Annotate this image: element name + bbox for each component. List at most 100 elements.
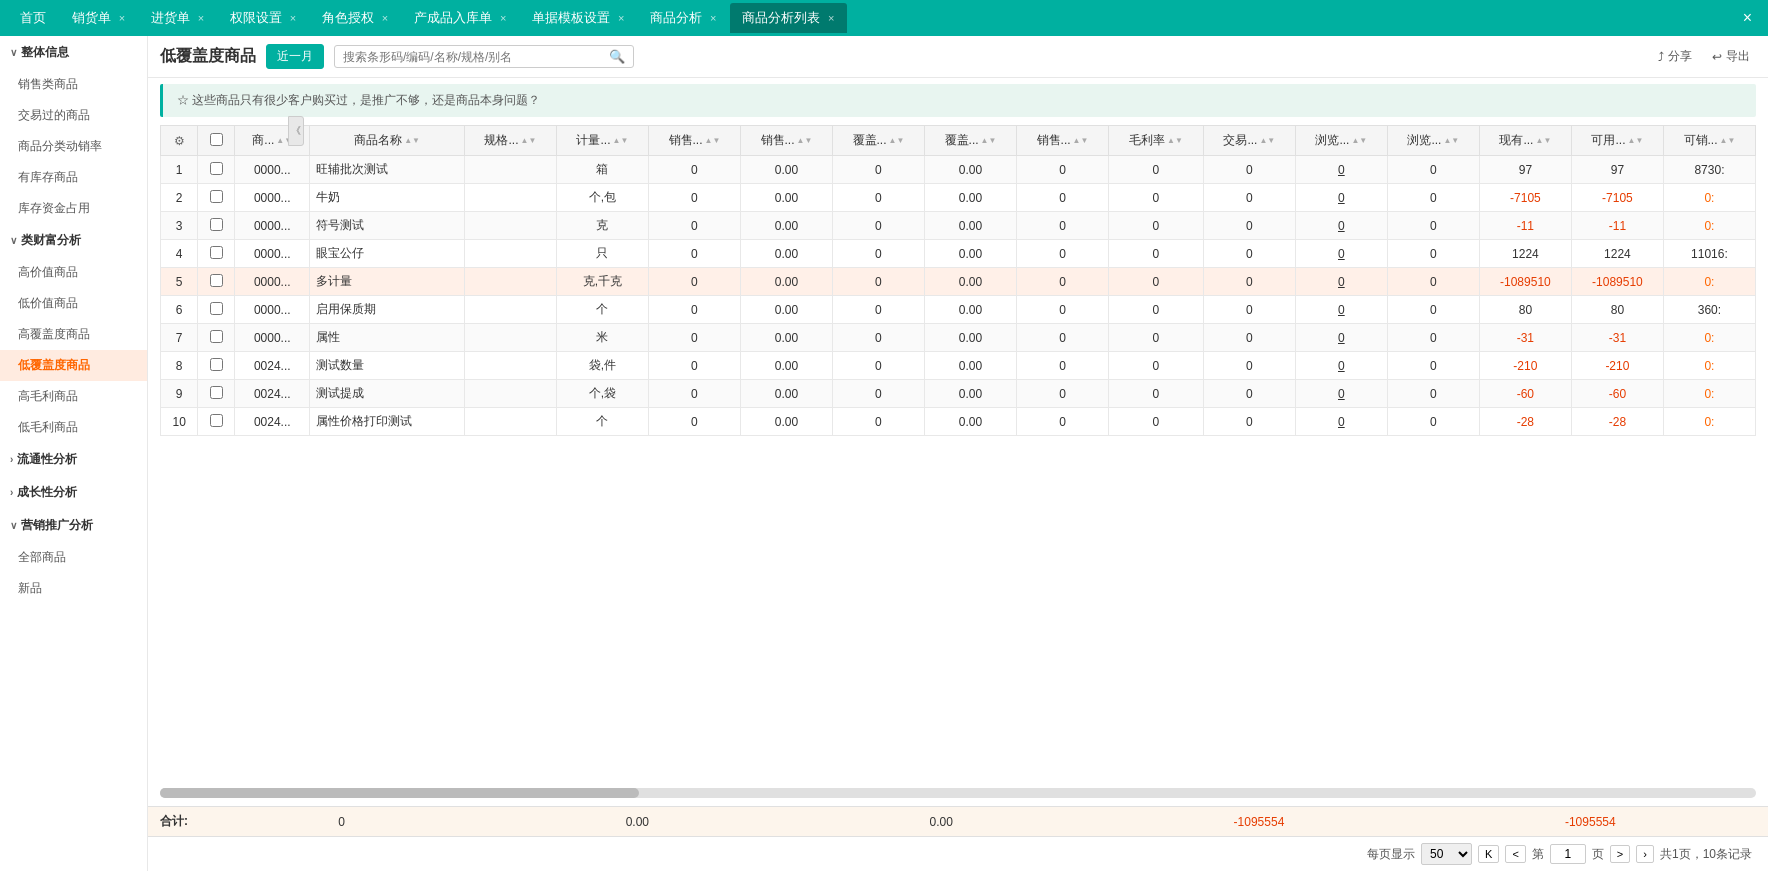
close-icon[interactable]: ×	[198, 12, 204, 24]
browse-link[interactable]: 0	[1338, 415, 1345, 429]
browse-link[interactable]: 0	[1338, 303, 1345, 317]
nav-tab-home[interactable]: 首页	[8, 3, 58, 33]
sidebar-item-high-gross[interactable]: 高毛利商品	[0, 381, 147, 412]
th-sellable[interactable]: 可销...▲▼	[1663, 126, 1755, 156]
th-name[interactable]: 商品名称▲▼	[310, 126, 465, 156]
sidebar-section-wealth[interactable]: ∨ 类财富分析	[0, 224, 147, 257]
row-checkbox[interactable]	[198, 184, 235, 212]
close-icon[interactable]: ×	[710, 12, 716, 24]
export-button[interactable]: ↩ 导出	[1706, 45, 1756, 68]
row-checkbox[interactable]	[198, 240, 235, 268]
th-cover1[interactable]: 覆盖...▲▼	[832, 126, 924, 156]
th-current[interactable]: 现有...▲▼	[1479, 126, 1571, 156]
th-gross[interactable]: 毛利率▲▼	[1109, 126, 1204, 156]
sidebar-item-stock-fund[interactable]: 库存资金占用	[0, 193, 147, 224]
browse-link[interactable]: 0	[1338, 387, 1345, 401]
prev-page-button[interactable]: <	[1505, 845, 1525, 863]
row-select-checkbox[interactable]	[210, 414, 223, 427]
nav-tab-analysis-list[interactable]: 商品分析列表 ×	[730, 3, 846, 33]
close-icon[interactable]: ×	[382, 12, 388, 24]
th-trade[interactable]: 交易...▲▼	[1203, 126, 1295, 156]
browse-link[interactable]: 0	[1338, 331, 1345, 345]
sidebar-item-low-gross[interactable]: 低毛利商品	[0, 412, 147, 443]
row-checkbox[interactable]	[198, 380, 235, 408]
close-icon[interactable]: ×	[618, 12, 624, 24]
nav-tab-template[interactable]: 单据模板设置 ×	[520, 3, 636, 33]
sidebar-section-marketing[interactable]: ∨ 营销推广分析	[0, 509, 147, 542]
next-page-button[interactable]: >	[1610, 845, 1630, 863]
row-browse1[interactable]: 0	[1295, 156, 1387, 184]
th-sales-amt[interactable]: 销售...▲▼	[740, 126, 832, 156]
row-checkbox[interactable]	[198, 352, 235, 380]
row-select-checkbox[interactable]	[210, 274, 223, 287]
th-available[interactable]: 可用...▲▼	[1571, 126, 1663, 156]
sidebar-section-growth[interactable]: › 成长性分析	[0, 476, 147, 509]
th-sales-qty[interactable]: 销售...▲▼	[648, 126, 740, 156]
sidebar-item-low-value[interactable]: 低价值商品	[0, 288, 147, 319]
close-icon[interactable]: ×	[500, 12, 506, 24]
row-select-checkbox[interactable]	[210, 330, 223, 343]
th-browse2[interactable]: 浏览...▲▼	[1387, 126, 1479, 156]
row-browse1[interactable]: 0	[1295, 240, 1387, 268]
first-page-button[interactable]: K	[1478, 845, 1499, 863]
sidebar-item-sales-goods[interactable]: 销售类商品	[0, 69, 147, 100]
browse-link[interactable]: 0	[1338, 191, 1345, 205]
sidebar-section-overall[interactable]: ∨ 整体信息	[0, 36, 147, 69]
nav-tab-purchase[interactable]: 进货单 ×	[139, 3, 216, 33]
row-checkbox[interactable]	[198, 156, 235, 184]
sidebar-item-traded-goods[interactable]: 交易过的商品	[0, 100, 147, 131]
row-browse1[interactable]: 0	[1295, 324, 1387, 352]
page-number-input[interactable]: 1	[1550, 844, 1586, 864]
per-page-select[interactable]: 50 20 100 200	[1421, 843, 1472, 865]
row-browse1[interactable]: 0	[1295, 184, 1387, 212]
th-sales2[interactable]: 销售...▲▼	[1016, 126, 1108, 156]
row-browse1[interactable]: 0	[1295, 268, 1387, 296]
browse-link[interactable]: 0	[1338, 219, 1345, 233]
sidebar-section-flow[interactable]: › 流通性分析	[0, 443, 147, 476]
horizontal-scrollbar[interactable]	[160, 788, 1756, 798]
row-select-checkbox[interactable]	[210, 302, 223, 315]
row-browse1[interactable]: 0	[1295, 352, 1387, 380]
nav-tab-analysis[interactable]: 商品分析 ×	[638, 3, 728, 33]
browse-link[interactable]: 0	[1338, 247, 1345, 261]
th-spec[interactable]: 规格...▲▼	[464, 126, 556, 156]
row-browse1[interactable]: 0	[1295, 296, 1387, 324]
th-cover2[interactable]: 覆盖...▲▼	[924, 126, 1016, 156]
settings-icon[interactable]: ⚙	[174, 134, 185, 148]
row-select-checkbox[interactable]	[210, 358, 223, 371]
nav-tab-sales[interactable]: 销货单 ×	[60, 3, 137, 33]
th-checkbox[interactable]	[198, 126, 235, 156]
sidebar-item-category-rate[interactable]: 商品分类动销率	[0, 131, 147, 162]
row-select-checkbox[interactable]	[210, 218, 223, 231]
row-select-checkbox[interactable]	[210, 162, 223, 175]
nav-tab-product-in[interactable]: 产成品入库单 ×	[402, 3, 518, 33]
row-browse1[interactable]: 0	[1295, 380, 1387, 408]
row-checkbox[interactable]	[198, 212, 235, 240]
row-checkbox[interactable]	[198, 324, 235, 352]
nav-tab-role[interactable]: 角色授权 ×	[310, 3, 400, 33]
row-browse1[interactable]: 0	[1295, 408, 1387, 436]
row-select-checkbox[interactable]	[210, 246, 223, 259]
sidebar-collapse-button[interactable]: 《	[288, 116, 304, 146]
th-browse1[interactable]: 浏览...▲▼	[1295, 126, 1387, 156]
th-gear[interactable]: ⚙	[161, 126, 198, 156]
browse-link[interactable]: 0	[1338, 359, 1345, 373]
sidebar-item-all-goods[interactable]: 全部商品	[0, 542, 147, 573]
sidebar-item-stock-goods[interactable]: 有库存商品	[0, 162, 147, 193]
close-icon[interactable]: ×	[119, 12, 125, 24]
filter-recent-month-button[interactable]: 近一月	[266, 44, 324, 69]
browse-link[interactable]: 0	[1338, 275, 1345, 289]
sidebar-item-high-coverage[interactable]: 高覆盖度商品	[0, 319, 147, 350]
last-page-button[interactable]: ›	[1636, 845, 1654, 863]
sidebar-item-low-coverage[interactable]: 低覆盖度商品	[0, 350, 147, 381]
nav-tab-permission[interactable]: 权限设置 ×	[218, 3, 308, 33]
search-input[interactable]	[343, 50, 605, 64]
row-checkbox[interactable]	[198, 408, 235, 436]
th-unit[interactable]: 计量...▲▼	[556, 126, 648, 156]
row-browse1[interactable]: 0	[1295, 212, 1387, 240]
share-button[interactable]: ⤴ 分享	[1652, 45, 1698, 68]
row-select-checkbox[interactable]	[210, 190, 223, 203]
row-select-checkbox[interactable]	[210, 386, 223, 399]
sidebar-item-high-value[interactable]: 高价值商品	[0, 257, 147, 288]
close-icon[interactable]: ×	[828, 12, 834, 24]
